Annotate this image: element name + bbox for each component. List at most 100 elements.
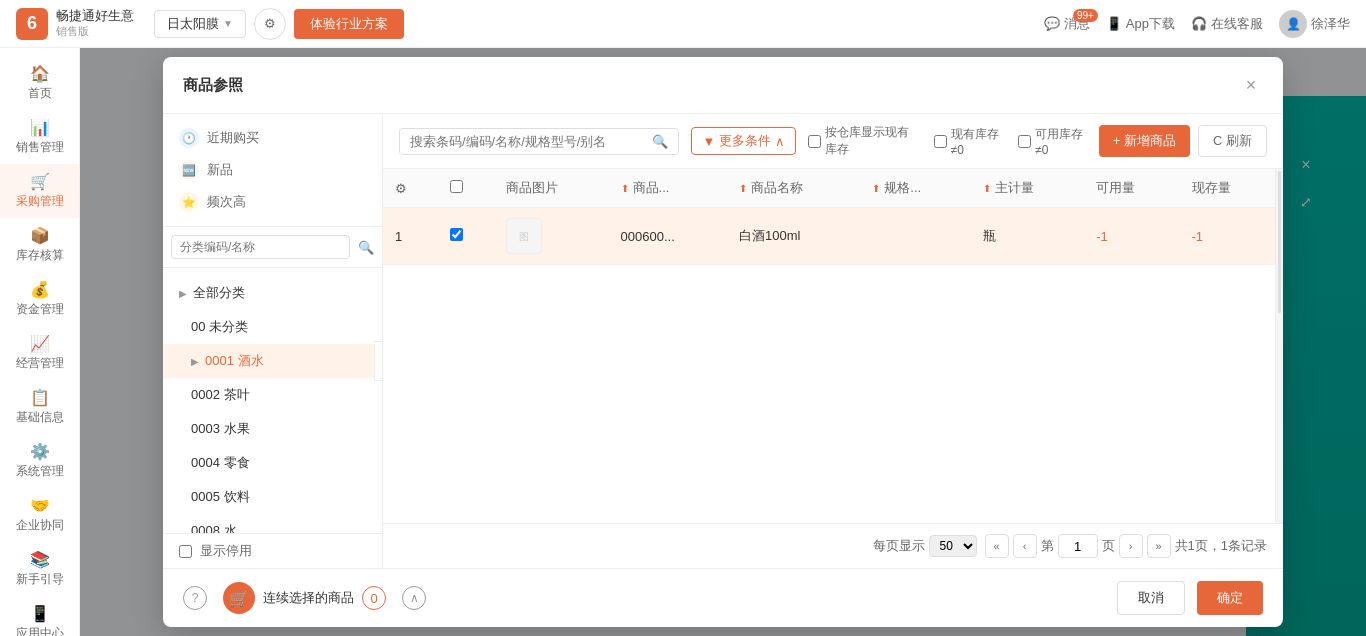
headset-icon: 🎧 xyxy=(1191,16,1207,31)
footer-left: ? 🛒 连续选择的商品 0 ∧ xyxy=(183,582,426,614)
th-code[interactable]: ⬆ 商品... xyxy=(609,169,727,208)
help-button[interactable]: ? xyxy=(183,586,207,610)
sidebar-item-label: 应用中心 xyxy=(16,625,64,636)
available-nonzero-checkbox[interactable] xyxy=(1018,135,1031,148)
warehouse-checkbox[interactable] xyxy=(808,135,821,148)
cat-water[interactable]: 0008 水 xyxy=(163,514,382,533)
sidebar-item-purchase[interactable]: 🛒 采购管理 xyxy=(0,164,79,218)
th-name[interactable]: ⬆ 商品名称 xyxy=(727,169,860,208)
sidebar-item-system[interactable]: ⚙️ 系统管理 xyxy=(0,434,79,488)
cat-beverage[interactable]: 0005 饮料 xyxy=(163,480,382,514)
footer-right: 取消 确定 xyxy=(1117,581,1263,615)
nav-selector[interactable]: 日太阳膜 ▼ xyxy=(154,10,246,38)
category-panel: 🕐 近期购买 🆕 新品 ⭐ 频次高 《 xyxy=(163,114,383,568)
sidebar-item-operations[interactable]: 📈 经营管理 xyxy=(0,326,79,380)
display-disabled-area: 显示停用 xyxy=(163,533,382,568)
stock-nonzero-checkbox[interactable] xyxy=(934,135,947,148)
table-row[interactable]: 1 图 000600... 白酒100ml xyxy=(383,208,1275,265)
sidebar-item-guide[interactable]: 📚 新手引导 xyxy=(0,542,79,596)
sort-up-icon: ⬆ xyxy=(621,183,629,194)
filter-checkboxes: 按仓库显示现有库存 现有库存≠0 可用库存≠0 xyxy=(808,124,1086,158)
trial-button[interactable]: 体验行业方案 xyxy=(294,9,404,39)
th-spec[interactable]: ⬆ 规格... xyxy=(860,169,970,208)
modal-footer: ? 🛒 连续选择的商品 0 ∧ 取消 确定 xyxy=(163,568,1283,627)
category-list: ▶ 全部分类 00 未分类 ▶ 0001 酒水 0002 茶叶 xyxy=(163,268,382,533)
collab-icon: 🤝 xyxy=(30,496,50,515)
cat-uncategorized[interactable]: 00 未分类 xyxy=(163,310,382,344)
cat-liquor[interactable]: ▶ 0001 酒水 xyxy=(163,344,382,378)
first-page-button[interactable]: « xyxy=(985,534,1009,558)
td-available: -1 xyxy=(1084,208,1179,265)
product-search-input[interactable] xyxy=(400,129,642,154)
message-icon: 💬 xyxy=(1044,16,1060,31)
user-avatar: 👤 xyxy=(1279,10,1307,38)
th-settings[interactable]: ⚙ xyxy=(383,169,438,208)
sidebar-item-label: 基础信息 xyxy=(16,409,64,426)
apps-icon: 📱 xyxy=(30,604,50,623)
sidebar-item-finance[interactable]: 💰 资金管理 xyxy=(0,272,79,326)
page-total-info: 共1页，1条记录 xyxy=(1175,537,1267,555)
cat-fruit[interactable]: 0003 水果 xyxy=(163,412,382,446)
cart-area[interactable]: 🛒 连续选择的商品 0 xyxy=(223,582,386,614)
cat-all[interactable]: ▶ 全部分类 xyxy=(163,276,382,310)
cat-snack[interactable]: 0004 零食 xyxy=(163,446,382,480)
quick-item-recent[interactable]: 🕐 近期购买 xyxy=(171,122,374,154)
page-number-input[interactable] xyxy=(1058,534,1098,558)
filter-more-button[interactable]: ▼ 更多条件 ∧ xyxy=(691,127,796,155)
product-search-icon[interactable]: 🔍 xyxy=(642,129,678,154)
product-table: ⚙ 商品图片 ⬆ 商品... xyxy=(383,169,1275,265)
row-checkbox[interactable] xyxy=(450,228,463,241)
sidebar-item-home[interactable]: 🏠 首页 xyxy=(0,56,79,110)
sort-up-icon-2: ⬆ xyxy=(739,183,747,194)
cancel-button[interactable]: 取消 xyxy=(1117,581,1185,615)
refresh-button[interactable]: C 刷新 xyxy=(1198,125,1267,157)
sort-up-icon-3: ⬆ xyxy=(872,183,880,194)
logo-icon: 6 xyxy=(16,8,48,40)
td-current: -1 xyxy=(1180,208,1275,265)
basic-icon: 📋 xyxy=(30,388,50,407)
cart-icon: 🛒 xyxy=(223,582,255,614)
sidebar-item-inventory[interactable]: 📦 库存核算 xyxy=(0,218,79,272)
quick-item-frequent[interactable]: ⭐ 频次高 xyxy=(171,186,374,218)
last-page-button[interactable]: » xyxy=(1147,534,1171,558)
td-checkbox[interactable] xyxy=(438,208,494,265)
page-size-dropdown[interactable]: 50 xyxy=(929,535,977,557)
checkbox-warehouse[interactable]: 按仓库显示现有库存 xyxy=(808,124,917,158)
app-download-item[interactable]: 📱 App下载 xyxy=(1106,15,1175,33)
checkbox-stock-nonzero[interactable]: 现有库存≠0 xyxy=(934,126,1003,157)
sidebar-item-collab[interactable]: 🤝 企业协同 xyxy=(0,488,79,542)
confirm-button[interactable]: 确定 xyxy=(1197,581,1263,615)
cat-tea[interactable]: 0002 茶叶 xyxy=(163,378,382,412)
sidebar-item-basic[interactable]: 📋 基础信息 xyxy=(0,380,79,434)
nav-right: 💬 消息 99+ 📱 App下载 🎧 在线客服 👤 徐泽华 xyxy=(1044,10,1350,38)
category-search-icon[interactable]: 🔍 xyxy=(358,240,374,255)
collapse-panel-button[interactable]: 《 xyxy=(374,341,383,381)
checkbox-available-nonzero[interactable]: 可用库存≠0 xyxy=(1018,126,1087,157)
table-scrollbar[interactable] xyxy=(1275,169,1283,523)
expand-button[interactable]: ∧ xyxy=(402,586,426,610)
select-all-checkbox[interactable] xyxy=(450,180,463,193)
gear-button[interactable]: ⚙ xyxy=(254,8,286,40)
th-unit[interactable]: ⬆ 主计量 xyxy=(971,169,1085,208)
category-search-input[interactable] xyxy=(171,235,350,259)
home-icon: 🏠 xyxy=(30,64,50,83)
online-service-item[interactable]: 🎧 在线客服 xyxy=(1191,15,1263,33)
td-name: 白酒100ml xyxy=(727,208,860,265)
sidebar-item-apps[interactable]: 📱 应用中心 xyxy=(0,596,79,636)
next-page-button[interactable]: › xyxy=(1119,534,1143,558)
user-menu[interactable]: 👤 徐泽华 xyxy=(1279,10,1350,38)
messages-item[interactable]: 💬 消息 99+ xyxy=(1044,15,1090,33)
prev-page-button[interactable]: ‹ xyxy=(1013,534,1037,558)
modal-close-button[interactable]: × xyxy=(1239,73,1263,97)
table-header: ⚙ 商品图片 ⬆ 商品... xyxy=(383,169,1275,208)
quick-item-new[interactable]: 🆕 新品 xyxy=(171,154,374,186)
th-checkbox[interactable] xyxy=(438,169,494,208)
content-panel: 🔍 ▼ 更多条件 ∧ 按仓库显示现有库存 xyxy=(383,114,1283,568)
logo-area: 6 畅捷通好生意 销售版 xyxy=(16,8,134,40)
display-disabled-checkbox[interactable] xyxy=(179,545,192,558)
svg-text:图: 图 xyxy=(519,231,529,242)
sidebar-item-label: 企业协同 xyxy=(16,517,64,534)
filter-arrow-icon: ∧ xyxy=(775,134,785,149)
sidebar-item-sales[interactable]: 📊 销售管理 xyxy=(0,110,79,164)
add-product-button[interactable]: + 新增商品 xyxy=(1099,125,1190,157)
